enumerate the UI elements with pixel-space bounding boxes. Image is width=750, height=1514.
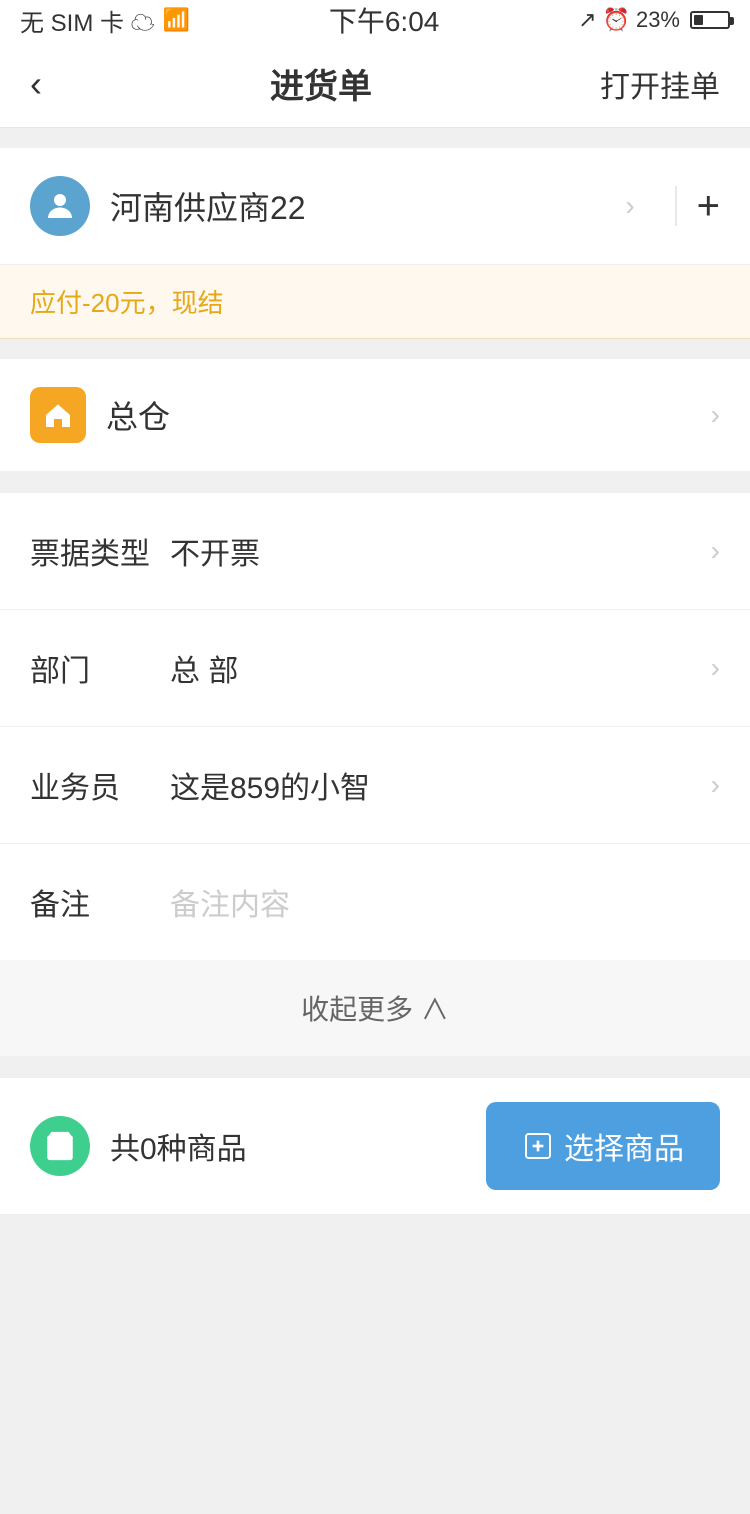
battery-icon [690,11,730,29]
supplier-arrow-icon: › [625,190,634,222]
back-button[interactable]: ‹ [30,63,42,105]
battery-label: 23% [636,7,680,33]
collapse-label: 收起更多 ∧ [301,994,449,1025]
bottom-bar: 共0种商品 选择商品 [0,1078,750,1214]
salesperson-arrow: › [711,769,720,801]
alarm-icon: ⏰ [603,7,630,33]
sim-label: 无 SIM 卡 ☁ [20,3,155,38]
supplier-avatar [30,176,90,236]
select-product-label: 选择商品 [564,1124,684,1168]
section-divider-2 [0,339,750,359]
open-pending-button[interactable]: 打开挂单 [600,62,720,106]
invoice-type-arrow: › [711,535,720,567]
status-right: ↗ ⏰ 23% [578,7,730,33]
location-icon: ↗ [578,7,596,33]
salesperson-row[interactable]: 业务员 这是859的小智 › [0,727,750,844]
salesperson-label: 业务员 [30,763,170,807]
invoice-type-row[interactable]: 票据类型 不开票 › [0,493,750,610]
person-icon [42,188,78,224]
invoice-type-label: 票据类型 [30,529,170,573]
remark-label: 备注 [30,880,170,924]
department-label: 部门 [30,646,170,690]
warehouse-arrow-icon: › [711,399,720,431]
status-bar: 无 SIM 卡 ☁ 📶 下午6:04 ↗ ⏰ 23% [0,0,750,40]
supplier-name: 河南供应商22 [110,183,625,229]
warehouse-section[interactable]: 总仓 › [0,359,750,471]
collapse-button[interactable]: 收起更多 ∧ [0,960,750,1056]
wifi-icon: 📶 [163,7,190,33]
cart-icon [43,1129,77,1163]
page-background [0,1214,750,1514]
form-section: 票据类型 不开票 › 部门 总 部 › 业务员 这是859的小智 › 备注 备注… [0,493,750,960]
product-icon [30,1116,90,1176]
invoice-type-value: 不开票 [170,529,701,573]
department-row[interactable]: 部门 总 部 › [0,610,750,727]
notice-banner: 应付-20元，现结 [0,265,750,339]
remark-value: 备注内容 [170,880,720,924]
add-supplier-button[interactable]: + [697,186,720,226]
section-divider-1 [0,128,750,148]
remark-row[interactable]: 备注 备注内容 [0,844,750,960]
warehouse-icon [30,387,86,443]
department-arrow: › [711,652,720,684]
status-left: 无 SIM 卡 ☁ 📶 [20,3,190,38]
salesperson-value: 这是859的小智 [170,763,701,807]
select-product-icon [522,1130,554,1162]
page-title: 进货单 [270,59,372,108]
status-time: 下午6:04 [329,0,440,40]
nav-bar: ‹ 进货单 打开挂单 [0,40,750,128]
supplier-divider [675,186,677,226]
section-divider-3 [0,471,750,491]
product-count-label: 共0种商品 [110,1124,486,1168]
home-warehouse-icon [42,399,74,431]
section-divider-4 [0,1056,750,1076]
department-value: 总 部 [170,646,701,690]
warehouse-name: 总仓 [106,392,711,438]
select-product-button[interactable]: 选择商品 [486,1102,720,1190]
supplier-section[interactable]: 河南供应商22 › + [0,148,750,265]
notice-text: 应付-20元，现结 [30,288,224,318]
